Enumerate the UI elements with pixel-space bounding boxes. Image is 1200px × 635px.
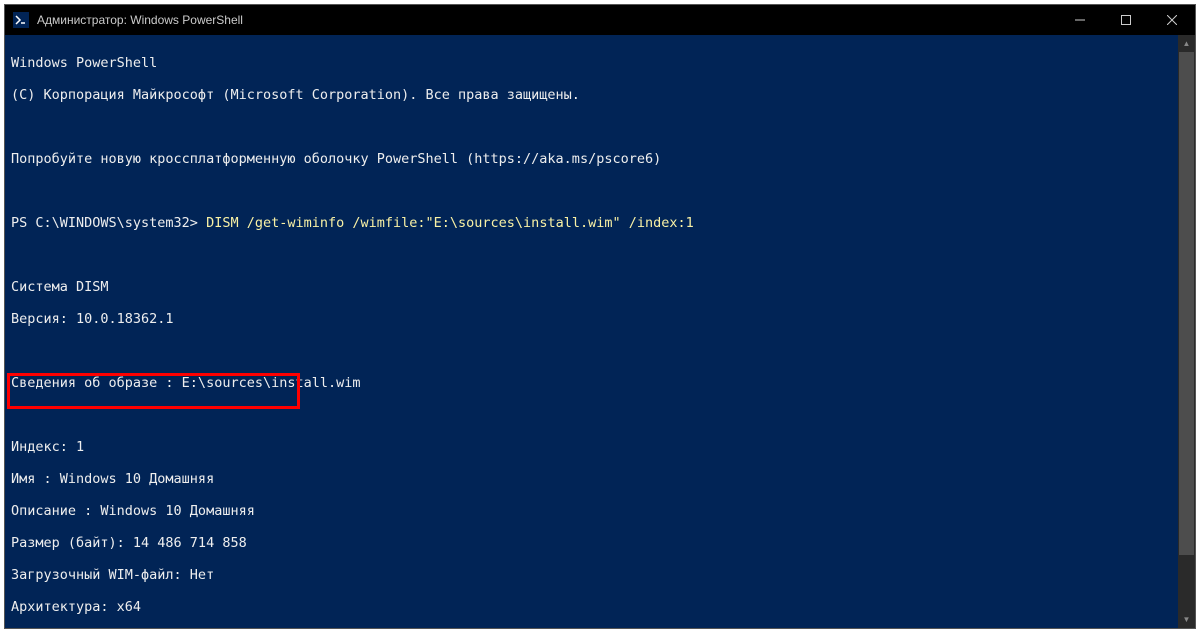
output-blank (11, 119, 1189, 135)
prompt-path: PS C:\WINDOWS\system32> (11, 215, 198, 231)
minimize-button[interactable] (1057, 5, 1103, 35)
minimize-icon (1075, 15, 1085, 25)
scrollbar-down-button[interactable]: ▼ (1178, 611, 1195, 628)
output-blank (11, 247, 1189, 263)
powershell-icon (13, 12, 29, 28)
output-line: Версия: 10.0.18362.1 (11, 311, 1189, 327)
close-button[interactable] (1149, 5, 1195, 35)
output-line: Архитектура: x64 (11, 599, 1189, 615)
output-line: Сведения об образе : E:\sources\install.… (11, 375, 1189, 391)
vertical-scrollbar[interactable]: ▲ ▼ (1178, 35, 1195, 628)
output-line: (C) Корпорация Майкрософт (Microsoft Cor… (11, 87, 1189, 103)
close-icon (1167, 15, 1177, 25)
window-controls (1057, 5, 1195, 35)
terminal-area[interactable]: Windows PowerShell (C) Корпорация Майкро… (5, 35, 1195, 628)
output-line: Windows PowerShell (11, 55, 1189, 71)
maximize-icon (1121, 15, 1131, 25)
output-line: Загрузочный WIM-файл: Нет (11, 567, 1189, 583)
output-blank (11, 183, 1189, 199)
scrollbar-up-button[interactable]: ▲ (1178, 35, 1195, 52)
scrollbar-track[interactable] (1178, 52, 1195, 611)
scrollbar-thumb[interactable] (1179, 52, 1194, 555)
output-line: Описание : Windows 10 Домашняя (11, 503, 1189, 519)
output-blank (11, 407, 1189, 423)
titlebar[interactable]: Администратор: Windows PowerShell (5, 5, 1195, 35)
output-line: Имя : Windows 10 Домашняя (11, 471, 1189, 487)
prompt-line: PS C:\WINDOWS\system32> DISM /get-wiminf… (11, 215, 1189, 231)
powershell-window: Администратор: Windows PowerShell Window… (4, 4, 1196, 629)
output-line: Cистема DISM (11, 279, 1189, 295)
window-title: Администратор: Windows PowerShell (37, 13, 1057, 27)
command-text: DISM /get-wiminfo /wimfile:"E:\sources\i… (206, 215, 694, 231)
output-line: Попробуйте новую кроссплатформенную обол… (11, 151, 1189, 167)
maximize-button[interactable] (1103, 5, 1149, 35)
output-line: Индекс: 1 (11, 439, 1189, 455)
output-blank (11, 343, 1189, 359)
output-line: Размер (байт): 14 486 714 858 (11, 535, 1189, 551)
